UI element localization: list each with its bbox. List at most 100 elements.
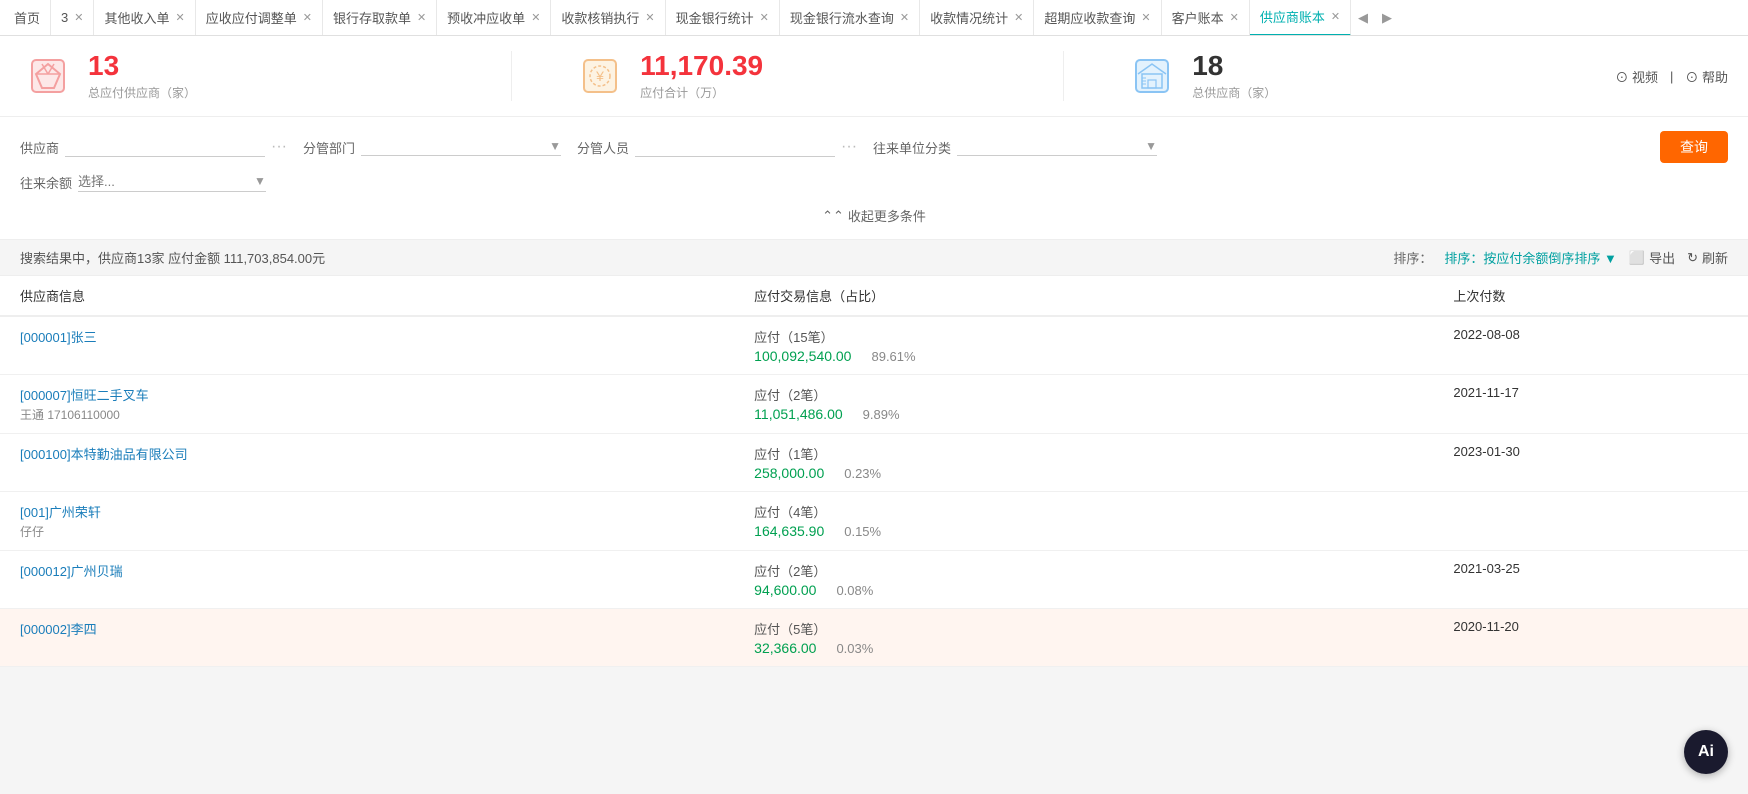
tab-supplier-ledger[interactable]: 供应商账本 ✕ xyxy=(1250,0,1351,36)
filter-balance: 往来余额 ▼ xyxy=(20,173,266,192)
nav-left-arrow[interactable]: ◀ xyxy=(1351,0,1375,36)
summary-item-amount: ¥ 11,170.39 应付合计（万） xyxy=(572,48,1003,104)
export-icon: ⬜ xyxy=(1629,250,1645,266)
supplier-link[interactable]: [000012]广州贝瑞 xyxy=(20,564,123,579)
filter-dept: 分管部门 ▼ xyxy=(303,138,561,157)
amount-value[interactable]: 94,600.00 xyxy=(754,582,816,598)
tab-receipt-stat[interactable]: 收款情况统计 ✕ xyxy=(920,0,1034,36)
amount-value[interactable]: 258,000.00 xyxy=(754,465,824,481)
supplier-link[interactable]: [001]广州荣轩 xyxy=(20,505,101,520)
tab-cash-bank-stat-label: 现金银行统计 xyxy=(676,8,754,27)
tab-ar-ap-label: 应收应付调整单 xyxy=(206,8,297,27)
supplier-cell: [000001]张三 xyxy=(0,316,734,375)
dept-filter-label: 分管部门 xyxy=(303,138,355,157)
supplier-dots-icon[interactable]: ··· xyxy=(271,138,287,156)
table-wrapper: 供应商信息 应付交易信息（占比） 上次付数 [000001]张三 应付（15笔）… xyxy=(0,276,1748,667)
person-dots-icon[interactable]: ··· xyxy=(841,138,857,156)
supplier-link[interactable]: [000001]张三 xyxy=(20,330,97,345)
filter-row-2: 往来余额 ▼ xyxy=(20,173,1728,192)
dept-input[interactable] xyxy=(361,138,549,153)
filter-person: 分管人员 ··· xyxy=(577,137,857,157)
result-bar: 搜索结果中，供应商13家 应付金额 111,703,854.00元 排序： 排序… xyxy=(0,240,1748,276)
transaction-cell: 应付（2笔） 11,051,486.00 9.89% xyxy=(734,375,1433,434)
balance-dropdown-icon[interactable]: ▼ xyxy=(254,174,266,188)
filter-supplier: 供应商 ··· xyxy=(20,137,287,157)
tab-prepay-ar-label: 预收冲应收单 xyxy=(447,8,525,27)
nav-right-arrow[interactable]: ▶ xyxy=(1375,0,1399,36)
table-row: [000002]李四 应付（5笔） 32,366.00 0.03% 2020-1… xyxy=(0,609,1748,667)
tab-bank-deposit-label: 银行存取款单 xyxy=(333,8,411,27)
tab-customer-ledger[interactable]: 客户账本 ✕ xyxy=(1162,0,1250,36)
refresh-button[interactable]: ↻ 刷新 xyxy=(1687,248,1728,267)
close-icon[interactable]: ✕ xyxy=(303,11,312,24)
tab-receipt-verify[interactable]: 收款核销执行 ✕ xyxy=(551,0,665,36)
supplier-link[interactable]: [000007]恒旺二手叉车 xyxy=(20,388,149,403)
last-payment-cell: 2021-03-25 xyxy=(1433,551,1748,609)
summary-text-total-suppliers: 18 总供应商（家） xyxy=(1192,51,1276,101)
balance-input[interactable] xyxy=(78,174,254,189)
close-icon[interactable]: ✕ xyxy=(175,11,184,24)
tab-other-income[interactable]: 其他收入单 ✕ xyxy=(94,0,195,36)
sort-label: 排序： xyxy=(1393,248,1432,267)
close-icon[interactable]: ✕ xyxy=(1014,11,1023,24)
ai-button[interactable]: Ai xyxy=(1684,730,1728,774)
video-link[interactable]: ⊙ 视频 xyxy=(1615,67,1658,86)
amount-value[interactable]: 32,366.00 xyxy=(754,640,816,656)
transaction-cell: 应付（1笔） 258,000.00 0.23% xyxy=(734,434,1433,492)
last-payment-cell: 2023-01-30 xyxy=(1433,434,1748,492)
tab-receipt-verify-label: 收款核销执行 xyxy=(561,8,639,27)
close-icon[interactable]: ✕ xyxy=(417,11,426,24)
close-icon[interactable]: ✕ xyxy=(760,11,769,24)
tab-cash-bank-stat[interactable]: 现金银行统计 ✕ xyxy=(666,0,780,36)
amount-row: 94,600.00 0.08% xyxy=(754,582,1413,598)
export-button[interactable]: ⬜ 导出 xyxy=(1629,248,1675,267)
svg-text:¥: ¥ xyxy=(595,68,604,84)
tab-bank-deposit[interactable]: 银行存取款单 ✕ xyxy=(323,0,437,36)
summary-item-suppliers: 13 总应付供应商（家） xyxy=(20,48,451,104)
supplier-table: 供应商信息 应付交易信息（占比） 上次付数 [000001]张三 应付（15笔）… xyxy=(0,276,1748,667)
close-icon[interactable]: ✕ xyxy=(645,11,654,24)
amount-value[interactable]: 100,092,540.00 xyxy=(754,348,851,364)
tab-cash-bank-flow[interactable]: 现金银行流水查询 ✕ xyxy=(780,0,920,36)
category-input[interactable] xyxy=(957,138,1145,153)
tab-overdue-ar[interactable]: 超期应收款查询 ✕ xyxy=(1034,0,1161,36)
tab-3-label: 3 xyxy=(61,10,68,25)
dept-dropdown-icon[interactable]: ▼ xyxy=(549,139,561,153)
store-icon xyxy=(1124,48,1180,104)
tab-home-label: 首页 xyxy=(14,8,40,27)
table-row: [000012]广州贝瑞 应付（2笔） 94,600.00 0.08% 2021… xyxy=(0,551,1748,609)
close-icon[interactable]: ✕ xyxy=(1141,11,1150,24)
amount-row: 32,366.00 0.03% xyxy=(754,640,1413,656)
help-link[interactable]: ⊙ 帮助 xyxy=(1685,67,1728,86)
percent-text: 0.03% xyxy=(836,641,873,656)
close-icon[interactable]: ✕ xyxy=(1331,10,1340,23)
th-supplier-info: 供应商信息 xyxy=(0,276,734,316)
close-icon[interactable]: ✕ xyxy=(1230,11,1239,24)
collapse-button[interactable]: ⌃⌃ 收起更多条件 xyxy=(822,202,926,229)
supplier-cell: [000012]广州贝瑞 xyxy=(0,551,734,609)
th-last-payment: 上次付数 xyxy=(1433,276,1748,316)
category-dropdown-icon[interactable]: ▼ xyxy=(1145,139,1157,153)
supplier-input[interactable] xyxy=(65,137,265,157)
person-input[interactable] xyxy=(635,137,835,157)
person-filter-label: 分管人员 xyxy=(577,138,629,157)
divider1 xyxy=(511,51,512,101)
amount-value[interactable]: 164,635.90 xyxy=(754,523,824,539)
divider2 xyxy=(1063,51,1064,101)
close-icon[interactable]: ✕ xyxy=(900,11,909,24)
close-icon[interactable]: ✕ xyxy=(74,11,83,24)
tab-prepay-ar[interactable]: 预收冲应收单 ✕ xyxy=(437,0,551,36)
query-button[interactable]: 查询 xyxy=(1660,131,1728,163)
transaction-cell: 应付（15笔） 100,092,540.00 89.61% xyxy=(734,316,1433,375)
sort-by-amount-link[interactable]: 排序：按应付余额倒序排序 ▼ xyxy=(1444,248,1617,267)
summary-item-total-suppliers: 18 总供应商（家） xyxy=(1124,48,1555,104)
tab-home[interactable]: 首页 xyxy=(4,0,51,36)
close-icon[interactable]: ✕ xyxy=(531,11,540,24)
tab-ar-ap-adjust[interactable]: 应收应付调整单 ✕ xyxy=(196,0,323,36)
table-header: 供应商信息 应付交易信息（占比） 上次付数 xyxy=(0,276,1748,316)
amount-value[interactable]: 11,051,486.00 xyxy=(754,406,843,422)
snowflake-icon: ¥ xyxy=(572,48,628,104)
supplier-link[interactable]: [000002]李四 xyxy=(20,622,97,637)
supplier-link[interactable]: [000100]本特勤油品有限公司 xyxy=(20,447,188,462)
tab-3[interactable]: 3 ✕ xyxy=(51,0,94,36)
